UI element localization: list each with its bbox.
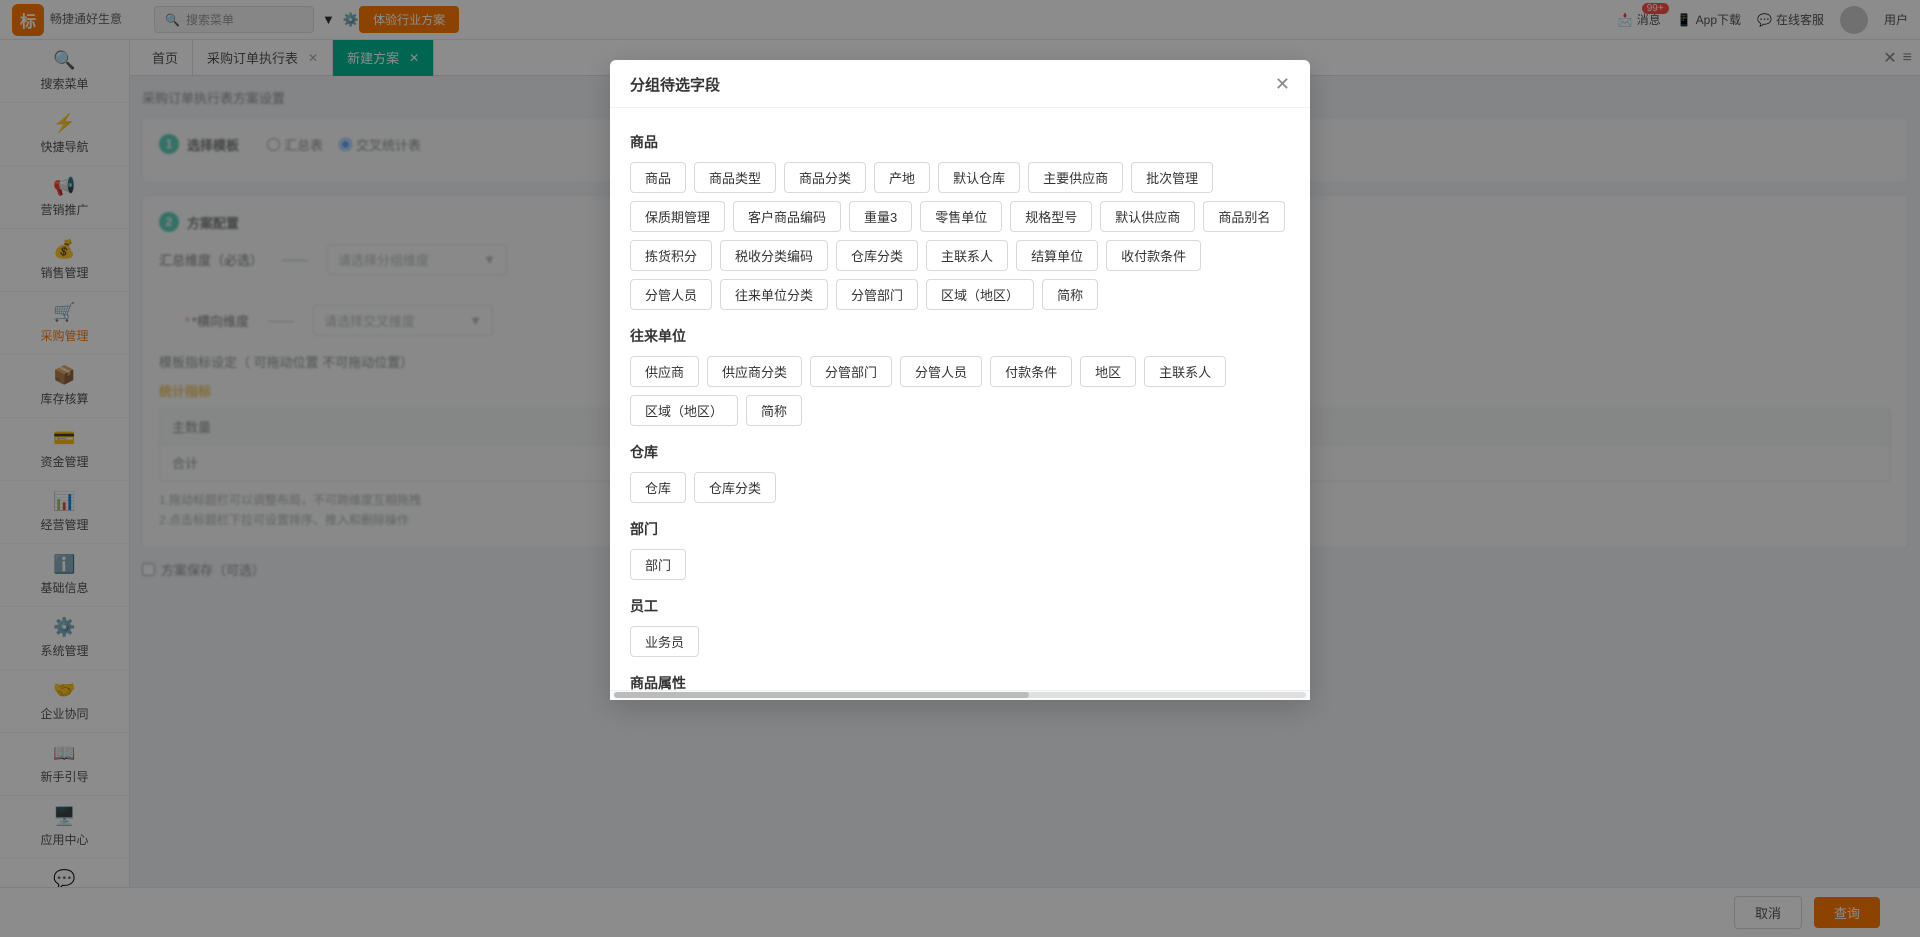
- field-tag-partner-shortname[interactable]: 简称: [746, 395, 802, 426]
- hscroll-thumb: [614, 692, 1029, 698]
- modal-header: 分组待选字段 ✕: [610, 60, 1310, 108]
- field-tag-settlement-unit[interactable]: 结算单位: [1016, 240, 1098, 271]
- section-title-warehouse: 仓库: [630, 442, 1290, 462]
- field-tag-default-warehouse[interactable]: 默认仓库: [938, 162, 1020, 193]
- field-tag-spec-model[interactable]: 规格型号: [1010, 201, 1092, 232]
- field-tag-warehouse[interactable]: 仓库: [630, 472, 686, 503]
- field-tag-payment-terms[interactable]: 收付款条件: [1106, 240, 1201, 271]
- field-tag-default-supplier[interactable]: 默认供应商: [1100, 201, 1195, 232]
- section-title-goods: 商品: [630, 132, 1290, 152]
- modal-close-button[interactable]: ✕: [1275, 74, 1290, 95]
- field-tag-partner-region[interactable]: 区域（地区）: [630, 395, 738, 426]
- field-tag-tax-code[interactable]: 税收分类编码: [720, 240, 828, 271]
- modal-overlay: 分组待选字段 ✕ 商品 商品 商品类型 商品分类 产地 默认仓库 主要供应商 批…: [0, 0, 1920, 937]
- hscroll-track: [614, 692, 1306, 698]
- field-tag-short-name[interactable]: 简称: [1042, 279, 1098, 310]
- field-tag-partner-supervisor[interactable]: 分管人员: [900, 356, 982, 387]
- modal-body: 商品 商品 商品类型 商品分类 产地 默认仓库 主要供应商 批次管理 保质期管理…: [610, 108, 1310, 690]
- field-tag-goods[interactable]: 商品: [630, 162, 686, 193]
- field-tag-goods-category[interactable]: 商品分类: [784, 162, 866, 193]
- field-tag-customer-code[interactable]: 客户商品编码: [733, 201, 841, 232]
- field-tag-region[interactable]: 区域（地区）: [926, 279, 1034, 310]
- modal-title: 分组待选字段: [630, 74, 720, 95]
- partner-fields: 供应商 供应商分类 分管部门 分管人员 付款条件 地区 主联系人 区域（地区） …: [630, 356, 1290, 426]
- field-tag-shelf-life[interactable]: 保质期管理: [630, 201, 725, 232]
- field-tag-supervisor[interactable]: 分管人员: [630, 279, 712, 310]
- field-tag-salesperson[interactable]: 业务员: [630, 626, 699, 657]
- department-fields: 部门: [630, 549, 1290, 580]
- field-tag-payment-condition[interactable]: 付款条件: [990, 356, 1072, 387]
- section-title-employee: 员工: [630, 596, 1290, 616]
- warehouse-fields: 仓库 仓库分类: [630, 472, 1290, 503]
- field-tag-origin[interactable]: 产地: [874, 162, 930, 193]
- employee-fields: 业务员: [630, 626, 1290, 657]
- field-tag-warehouse-category[interactable]: 仓库分类: [836, 240, 918, 271]
- field-tag-unit-category[interactable]: 往来单位分类: [720, 279, 828, 310]
- field-tag-goods-alias[interactable]: 商品别名: [1203, 201, 1285, 232]
- field-tag-partner-dept[interactable]: 分管部门: [810, 356, 892, 387]
- goods-fields: 商品 商品类型 商品分类 产地 默认仓库 主要供应商 批次管理 保质期管理 客户…: [630, 162, 1290, 310]
- field-tag-goods-type[interactable]: 商品类型: [694, 162, 776, 193]
- field-tag-batch-mgmt[interactable]: 批次管理: [1131, 162, 1213, 193]
- field-tag-warehouse-cat[interactable]: 仓库分类: [694, 472, 776, 503]
- field-tag-district[interactable]: 地区: [1080, 356, 1136, 387]
- section-title-partner: 往来单位: [630, 326, 1290, 346]
- section-title-goods-attr: 商品属性: [630, 673, 1290, 690]
- field-tag-department[interactable]: 部门: [630, 549, 686, 580]
- field-tag-retail-unit[interactable]: 零售单位: [920, 201, 1002, 232]
- field-select-modal: 分组待选字段 ✕ 商品 商品 商品类型 商品分类 产地 默认仓库 主要供应商 批…: [610, 60, 1310, 700]
- field-tag-main-supplier[interactable]: 主要供应商: [1028, 162, 1123, 193]
- field-tag-supplier[interactable]: 供应商: [630, 356, 699, 387]
- section-title-department: 部门: [630, 519, 1290, 539]
- modal-hscroll[interactable]: [610, 690, 1310, 700]
- field-tag-supervise-dept[interactable]: 分管部门: [836, 279, 918, 310]
- field-tag-weight3[interactable]: 重量3: [849, 201, 912, 232]
- field-tag-supplier-category[interactable]: 供应商分类: [707, 356, 802, 387]
- field-tag-partner-contact[interactable]: 主联系人: [1144, 356, 1226, 387]
- field-tag-main-contact[interactable]: 主联系人: [926, 240, 1008, 271]
- field-tag-pick-points[interactable]: 拣货积分: [630, 240, 712, 271]
